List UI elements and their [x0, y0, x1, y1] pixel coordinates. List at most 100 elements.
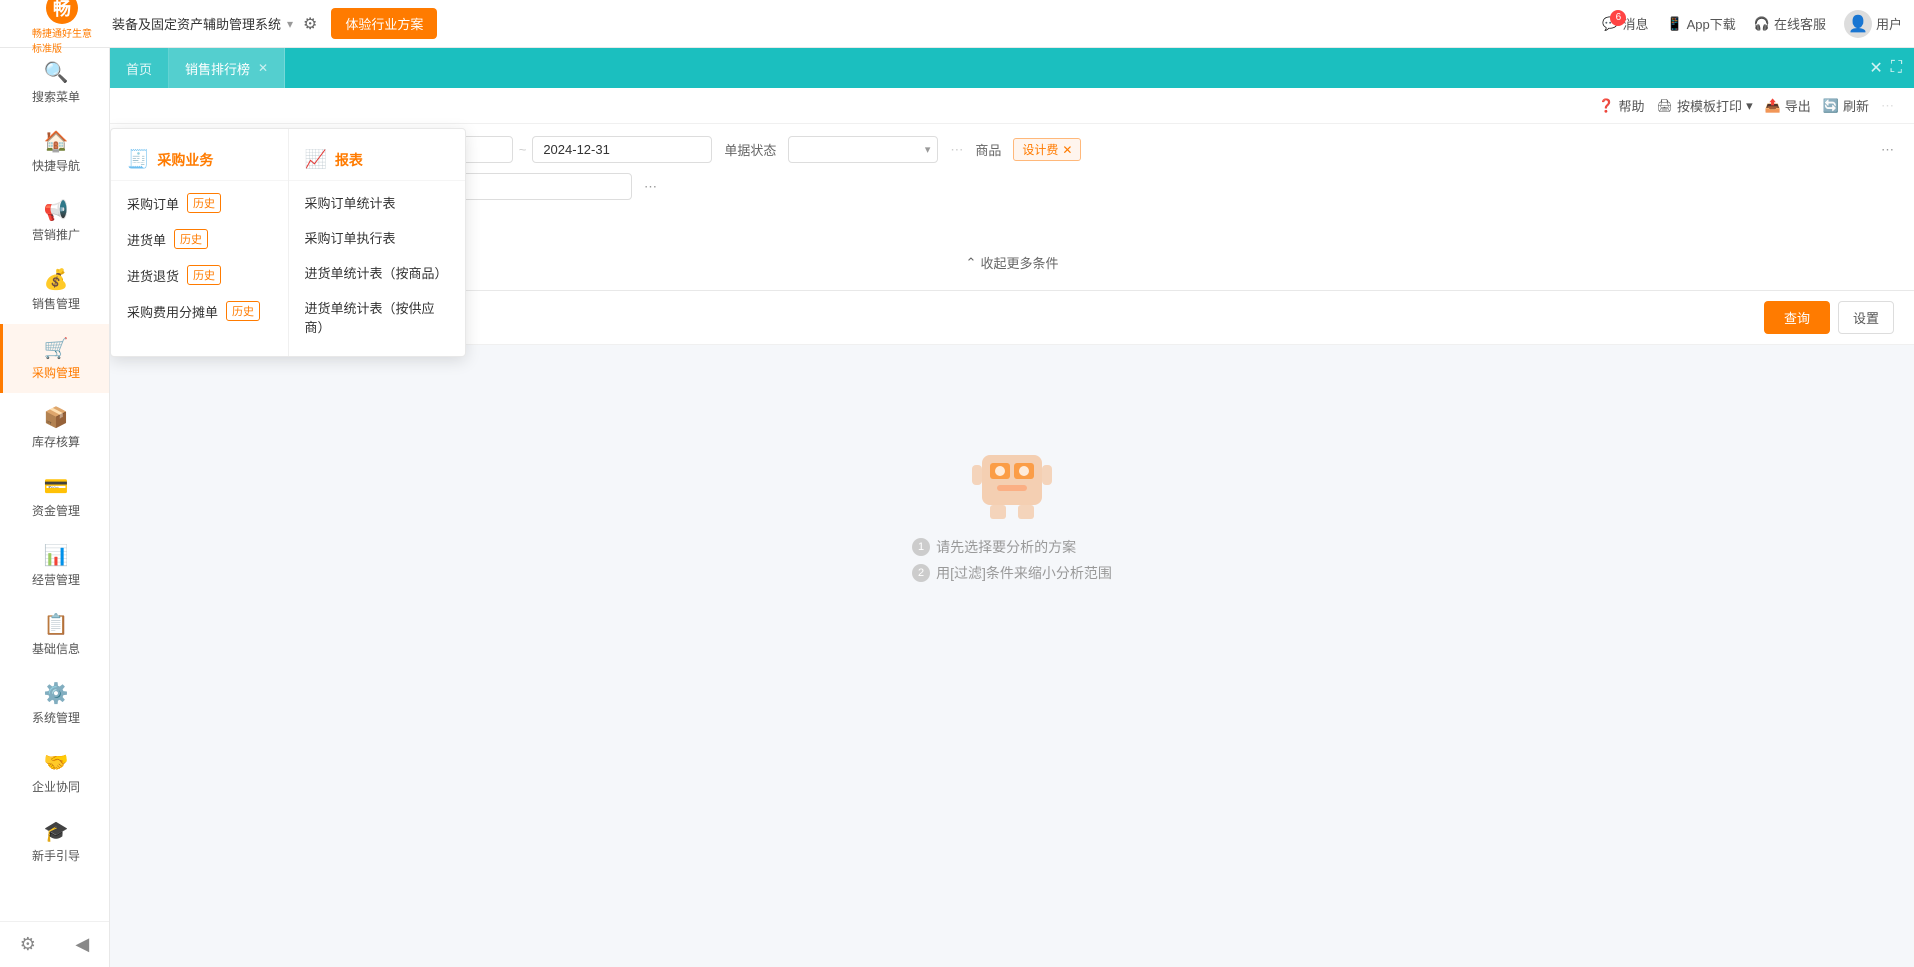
purchase-dropdown-menu: 🧾 采购业务 采购订单 历史 进货单 历史 进货退货 历史 — [110, 128, 466, 357]
history-badge: 历史 — [187, 193, 221, 213]
incoming-stat-goods-label: 进货单统计表（按商品） — [305, 263, 448, 282]
purchase-order-exec-label: 采购订单执行表 — [305, 228, 396, 247]
home-icon: 🏠 — [44, 129, 69, 154]
dropdown-item-purchase-fee[interactable]: 采购费用分摊单 历史 — [111, 293, 288, 329]
sidebar-item-search[interactable]: 🔍 搜索菜单 — [0, 48, 109, 117]
help-icon: ❓ — [1598, 98, 1614, 114]
sidebar-item-label: 基础信息 — [32, 640, 80, 657]
salesperson-more-button[interactable]: ⋯ — [644, 179, 657, 195]
incoming-return-label: 进货退货 — [127, 266, 179, 285]
sidebar-item-label: 新手引导 — [32, 847, 80, 864]
empty-step-2: 2 用[过滤]条件来缩小分析范围 — [912, 563, 1112, 583]
tab-home[interactable]: 首页 — [110, 48, 169, 88]
dropdown-col2-title: 报表 — [335, 150, 363, 170]
history-badge: 历史 — [174, 229, 208, 249]
refresh-label: 刷新 — [1843, 96, 1869, 115]
avatar: 👤 — [1844, 10, 1872, 38]
sidebar-item-sales[interactable]: 💰 销售管理 — [0, 255, 109, 324]
sidebar-footer: ⚙ ◀ — [0, 921, 109, 967]
more-options-button[interactable]: ⋯ — [1881, 142, 1894, 158]
sidebar-item-label: 销售管理 — [32, 295, 80, 312]
history-badge: 历史 — [187, 265, 221, 285]
step-number-1: 1 — [912, 538, 930, 556]
status-select-wrap — [788, 136, 938, 163]
dropdown-col2-header: 📈 报表 — [289, 141, 466, 181]
export-button[interactable]: 📤 导出 — [1765, 96, 1811, 115]
sidebar-collapse-button[interactable]: ◀ — [75, 934, 89, 955]
main-layout: 🔍 搜索菜单 🏠 快捷导航 📢 营销推广 💰 销售管理 🛒 采购管理 📦 库存核… — [0, 48, 1914, 967]
app-download-label: App下载 — [1687, 14, 1736, 33]
dropdown-item-incoming[interactable]: 进货单 历史 — [111, 221, 288, 257]
tab-close-icon[interactable]: ✕ — [258, 61, 268, 75]
purchase-order-label: 采购订单 — [127, 194, 179, 213]
online-service-button[interactable]: 🎧 在线客服 — [1754, 14, 1826, 33]
empty-step-1: 1 请先选择要分析的方案 — [912, 537, 1076, 557]
help-button[interactable]: ❓ 帮助 — [1598, 96, 1644, 115]
step-number-2: 2 — [912, 564, 930, 582]
settings-small-button[interactable]: 设置 — [1838, 301, 1894, 334]
trial-button[interactable]: 体验行业方案 — [331, 8, 437, 39]
settings-icon[interactable]: ⚙ — [303, 14, 317, 34]
sidebar-item-system[interactable]: ⚙️ 系统管理 — [0, 669, 109, 738]
print-button[interactable]: 🖨 按模板打印 ▾ — [1657, 96, 1753, 115]
export-label: 导出 — [1785, 96, 1811, 115]
dropdown-item-incoming-stat-supplier[interactable]: 进货单统计表（按供应商） — [289, 290, 466, 344]
dropdown-item-incoming-return[interactable]: 进货退货 历史 — [111, 257, 288, 293]
date-end-input[interactable] — [532, 136, 712, 163]
sidebar-item-label: 企业协同 — [32, 778, 80, 795]
dropdown-item-purchase-order[interactable]: 采购订单 历史 — [111, 185, 288, 221]
collapse-label: 收起更多条件 — [980, 253, 1058, 272]
dropdown-item-purchase-order-stat[interactable]: 采购订单统计表 — [289, 185, 466, 220]
tab-sales-ranking[interactable]: 销售排行榜 ✕ — [169, 48, 285, 88]
content-area: 首页 销售排行榜 ✕ ✕ ⛶ 🧾 采购业务 — [110, 48, 1914, 967]
active-tab-label: 销售排行榜 — [185, 59, 250, 78]
goods-tag-close[interactable]: ✕ — [1062, 143, 1072, 157]
empty-text: 1 请先选择要分析的方案 2 用[过滤]条件来缩小分析范围 — [912, 537, 1112, 583]
tab-fullscreen-icon[interactable]: ⛶ — [1891, 59, 1902, 77]
print-label: 按模板打印 — [1677, 96, 1742, 115]
sidebar-item-operation[interactable]: 📊 经营管理 — [0, 531, 109, 600]
user-button[interactable]: 👤 用户 — [1844, 10, 1902, 38]
tab-close-all-icon[interactable]: ✕ — [1869, 58, 1882, 78]
sidebar-item-newbie[interactable]: 🎓 新手引导 — [0, 807, 109, 876]
refresh-button[interactable]: 🔄 刷新 — [1823, 96, 1869, 115]
goods-tag-label: 设计费 — [1022, 141, 1058, 158]
sidebar-item-quicknav[interactable]: 🏠 快捷导航 — [0, 117, 109, 186]
query-button[interactable]: 查询 — [1764, 301, 1830, 334]
sidebar-item-capital[interactable]: 💳 资金管理 — [0, 462, 109, 531]
sidebar-item-marketing[interactable]: 📢 营销推广 — [0, 186, 109, 255]
goods-filter-tag: 设计费 ✕ — [1013, 138, 1081, 161]
history-badge: 历史 — [226, 301, 260, 321]
logo-area: 畅 畅捷通好生意 标准版 — [12, 0, 112, 55]
tab-bar: 首页 销售排行榜 ✕ ✕ ⛶ — [110, 48, 1914, 88]
collapse-up-icon: ⌃ — [966, 255, 977, 271]
search-icon: 🔍 — [44, 60, 69, 85]
sidebar-item-inventory[interactable]: 📦 库存核算 — [0, 393, 109, 462]
message-badge: 6 — [1610, 10, 1626, 26]
sidebar-settings-button[interactable]: ⚙ — [20, 934, 36, 955]
system-title: 装备及固定资产辅助管理系统 — [112, 14, 281, 33]
dropdown-report-col: 📈 报表 采购订单统计表 采购订单执行表 进货单统计表（按商品） 进货单统计表（… — [289, 129, 466, 356]
dropdown-item-incoming-stat-goods[interactable]: 进货单统计表（按商品） — [289, 255, 466, 290]
system-title-area: 装备及固定资产辅助管理系统 ▾ ⚙ 体验行业方案 — [112, 8, 1602, 39]
user-label: 用户 — [1876, 14, 1902, 33]
sidebar-item-enterprise[interactable]: 🤝 企业协同 — [0, 738, 109, 807]
top-navbar: 畅 畅捷通好生意 标准版 装备及固定资产辅助管理系统 ▾ ⚙ 体验行业方案 💬 … — [0, 0, 1914, 48]
inventory-icon: 📦 — [44, 405, 69, 430]
headset-icon: 🎧 — [1754, 16, 1770, 32]
status-select[interactable] — [788, 136, 938, 163]
dropdown-purchase-business-col: 🧾 采购业务 采购订单 历史 进货单 历史 进货退货 历史 — [111, 129, 289, 356]
toolbar-row: ❓ 帮助 🖨 按模板打印 ▾ 📤 导出 🔄 刷新 ⋯ — [110, 88, 1914, 124]
sidebar-item-basic[interactable]: 📋 基础信息 — [0, 600, 109, 669]
chevron-down-icon[interactable]: ▾ — [287, 17, 293, 31]
sidebar-item-label: 经营管理 — [32, 571, 80, 588]
dropdown-item-purchase-order-exec[interactable]: 采购订单执行表 — [289, 220, 466, 255]
help-label: 帮助 — [1619, 96, 1645, 115]
print-arrow-icon[interactable]: ▾ — [1746, 98, 1753, 114]
message-button[interactable]: 💬 6 消息 — [1602, 14, 1648, 33]
refresh-icon: 🔄 — [1823, 98, 1839, 114]
system-icon: ⚙️ — [44, 681, 69, 706]
sidebar-item-purchase[interactable]: 🛒 采购管理 — [0, 324, 109, 393]
app-download-button[interactable]: 📱 App下载 — [1666, 14, 1735, 33]
basic-icon: 📋 — [44, 612, 69, 637]
